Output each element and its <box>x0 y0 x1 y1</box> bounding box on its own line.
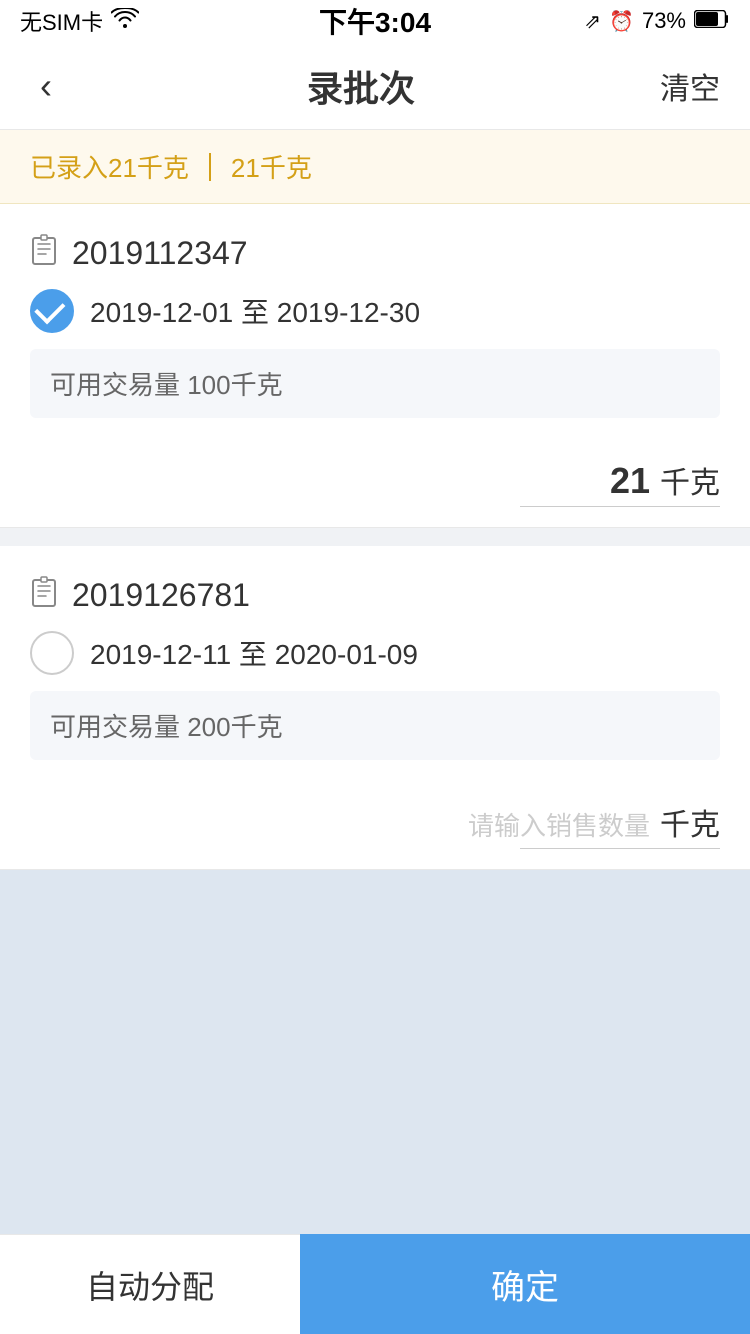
clear-button[interactable]: 清空 <box>660 64 720 108</box>
info-banner: 已录入21千克 21千克 <box>0 130 750 204</box>
batch2-unit: 千克 <box>660 800 720 844</box>
batch1-available: 可用交易量 100千克 <box>30 349 720 418</box>
back-button[interactable]: ‹ <box>30 55 62 117</box>
batch2-date: 2019-12-11 至 2020-01-09 <box>90 633 418 673</box>
alarm-icon: ⏰ <box>609 9 634 34</box>
info-divider <box>209 153 211 181</box>
batch2-available: 可用交易量 200千克 <box>30 691 720 760</box>
batch-card-1: 2019112347 2019-12-01 至 2019-12-30 可用交易量… <box>0 204 750 438</box>
batch1-qty-line: 21 千克 <box>610 458 720 502</box>
status-bar: 无SIM卡 下午3:04 ⇗ ⏰ 73% <box>0 0 750 42</box>
carrier-text: 无SIM卡 <box>20 5 103 37</box>
batch1-id: 2019112347 <box>72 235 248 272</box>
batch2-qty-line: 千克 <box>390 800 720 844</box>
batch2-id: 2019126781 <box>72 577 250 614</box>
wifi-icon <box>111 8 139 34</box>
batch2-radio[interactable] <box>30 631 74 675</box>
batch2-header: 2019126781 <box>30 576 720 615</box>
batch1-qty-wrap: 21 千克 <box>520 458 720 507</box>
batch1-qty-sep <box>520 506 720 507</box>
auto-assign-button[interactable]: 自动分配 <box>0 1234 300 1334</box>
page-title: 录批次 <box>307 60 415 112</box>
batch-card-2: 2019126781 2019-12-11 至 2020-01-09 可用交易量… <box>0 546 750 780</box>
status-time: 下午3:04 <box>319 1 431 41</box>
card-divider-1 <box>0 528 750 546</box>
batch1-unit: 千克 <box>660 458 720 502</box>
batch1-radio[interactable] <box>30 289 74 333</box>
batch2-quantity-input[interactable] <box>390 811 650 842</box>
batch2-qty-sep <box>520 848 720 849</box>
status-right: ⇗ ⏰ 73% <box>584 8 730 34</box>
batch1-date: 2019-12-01 至 2019-12-30 <box>90 291 420 331</box>
info-value: 21千克 <box>231 148 312 185</box>
batch2-qty-wrap: 千克 <box>390 800 720 849</box>
batch1-quantity-row: 21 千克 <box>0 438 750 528</box>
info-label: 已录入21千克 <box>30 148 189 185</box>
status-left: 无SIM卡 <box>20 5 139 37</box>
batch1-quantity-value: 21 <box>610 460 650 502</box>
batch1-date-row[interactable]: 2019-12-01 至 2019-12-30 <box>30 289 720 333</box>
battery-text: 73% <box>642 8 686 34</box>
location-icon: ⇗ <box>584 9 601 34</box>
battery-icon <box>694 8 730 34</box>
confirm-button[interactable]: 确定 <box>300 1234 750 1334</box>
batch2-icon <box>30 576 62 615</box>
batch2-date-row[interactable]: 2019-12-11 至 2020-01-09 <box>30 631 720 675</box>
bottom-bar: 自动分配 确定 <box>0 1234 750 1334</box>
nav-bar: ‹ 录批次 清空 <box>0 42 750 130</box>
batch1-icon <box>30 234 62 273</box>
batch1-header: 2019112347 <box>30 234 720 273</box>
batch2-quantity-row[interactable]: 千克 <box>0 780 750 870</box>
